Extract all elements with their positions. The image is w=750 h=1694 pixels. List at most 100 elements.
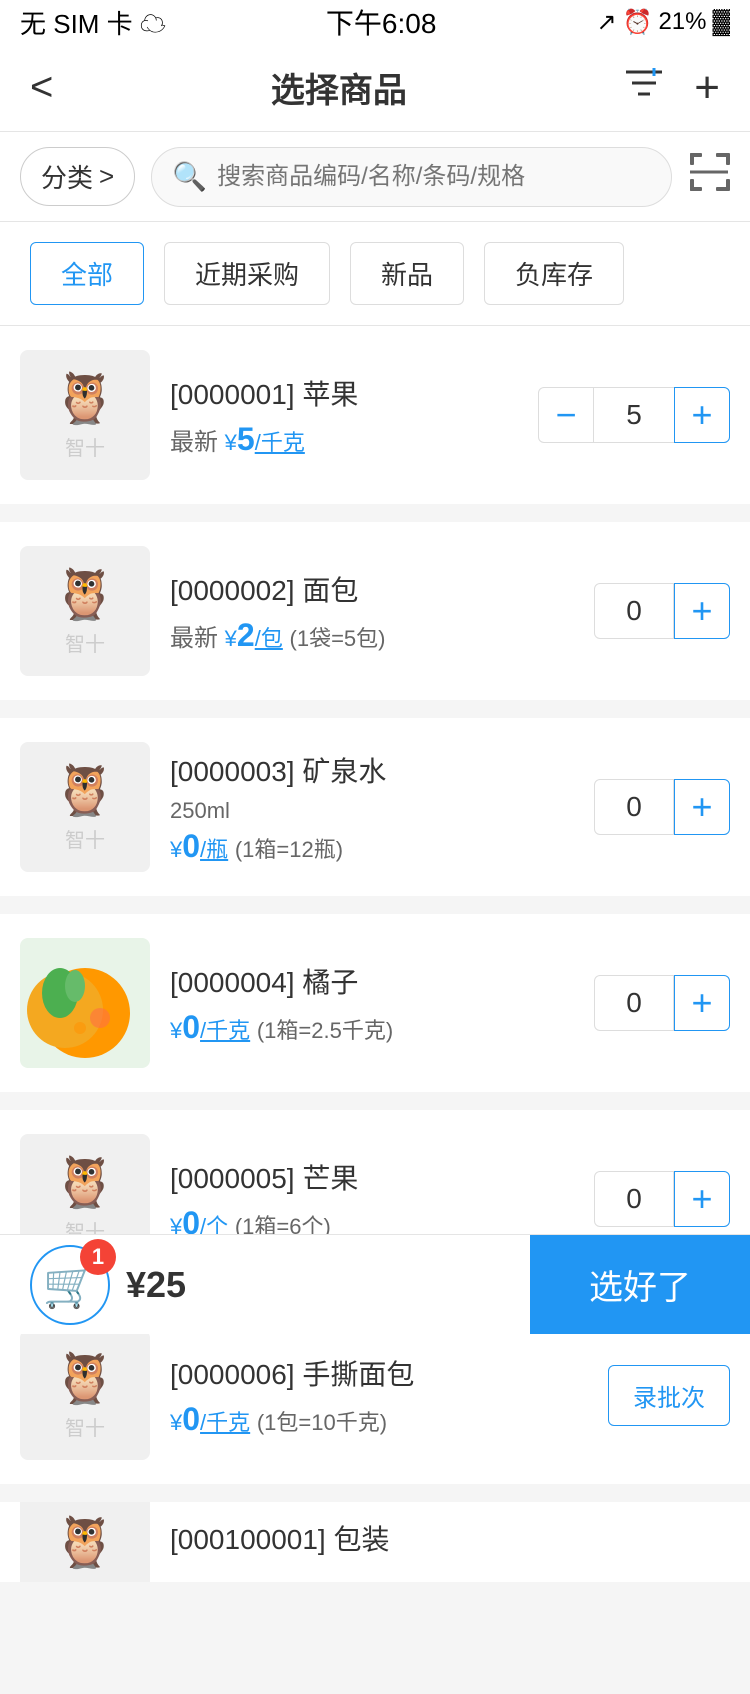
page-title: 选择商品 xyxy=(271,63,407,112)
product-info-0000004: [0000004] 橘子 ¥0/千克 (1箱=2.5千克) xyxy=(170,961,574,1046)
plus-button[interactable]: + xyxy=(674,387,730,443)
plus-button[interactable]: + xyxy=(674,975,730,1031)
qty-control-0000001: − + xyxy=(538,387,730,443)
qty-input[interactable] xyxy=(594,975,674,1031)
batch-button[interactable]: 录批次 xyxy=(608,1365,730,1426)
tab-all[interactable]: 全部 xyxy=(30,242,144,305)
back-button[interactable]: < xyxy=(30,65,53,110)
product-price: 最新 ¥2/包 (1袋=5包) xyxy=(170,617,574,654)
minus-button[interactable]: − xyxy=(538,387,594,443)
product-info-0000006: [0000006] 手撕面包 ¥0/千克 (1包=10千克) xyxy=(170,1353,588,1438)
unit: /千克 xyxy=(200,1018,250,1043)
product-name: [0000004] 橘子 xyxy=(170,961,574,1001)
tab-bar: 全部 近期采购 新品 负库存 xyxy=(0,222,750,326)
product-item-0000004: [0000004] 橘子 ¥0/千克 (1箱=2.5千克) + xyxy=(0,914,750,1092)
qty-input[interactable] xyxy=(594,387,674,443)
category-button[interactable]: 分类 > xyxy=(20,147,135,206)
product-info-0000005: [0000005] 芒果 ¥0/个 (1箱=6个) xyxy=(170,1157,574,1242)
cart-total: ¥25 xyxy=(126,1264,186,1306)
product-name: [000100001] 包装 xyxy=(170,1518,730,1558)
category-arrow: > xyxy=(99,161,114,192)
pack-info: (1箱=2.5千克) xyxy=(257,1018,393,1043)
product-name: [0000001] 苹果 xyxy=(170,373,518,413)
product-price: ¥0/千克 (1箱=2.5千克) xyxy=(170,1009,574,1046)
qty-input[interactable] xyxy=(594,583,674,639)
product-name: [0000003] 矿泉水 xyxy=(170,750,574,790)
owl-placeholder: 🦉 xyxy=(20,1502,150,1582)
bottom-bar: 🛒 1 ¥25 选好了 xyxy=(0,1234,750,1334)
amount: 0 xyxy=(182,1401,200,1437)
product-image-000100001: 🦉 xyxy=(20,1502,150,1582)
filter-bar: 分类 > 🔍 xyxy=(0,132,750,222)
product-item-0000003: 🦉 智十 [0000003] 矿泉水 250ml ¥0/瓶 (1箱=12瓶) + xyxy=(0,718,750,896)
tab-negative[interactable]: 负库存 xyxy=(484,242,624,305)
confirm-button[interactable]: 选好了 xyxy=(530,1235,750,1334)
owl-icon: 🦉 xyxy=(54,1349,116,1408)
cart-badge: 1 xyxy=(80,1239,116,1275)
search-input[interactable] xyxy=(217,163,651,191)
nav-bar: < 选择商品 + xyxy=(0,44,750,132)
tab-new[interactable]: 新品 xyxy=(350,242,464,305)
status-left: 无 SIM 卡 ☁ xyxy=(20,4,166,41)
category-label: 分类 xyxy=(41,158,93,195)
owl-placeholder: 🦉 智十 xyxy=(20,1330,150,1460)
status-bar: 无 SIM 卡 ☁ 下午6:08 ↗ ⏰ 21% ▓ xyxy=(0,0,750,44)
product-item-000100001: 🦉 [000100001] 包装 xyxy=(0,1502,750,1582)
status-time: 下午6:08 xyxy=(326,2,437,42)
qty-control-0000004: + xyxy=(594,975,730,1031)
product-name: [0000006] 手撕面包 xyxy=(170,1353,588,1393)
product-item-0000002: 🦉 智十 [0000002] 面包 最新 ¥2/包 (1袋=5包) + xyxy=(0,522,750,700)
owl-text: 智十 xyxy=(65,1412,105,1441)
pack-info: (1箱=12瓶) xyxy=(235,837,343,862)
product-image-0000003: 🦉 智十 xyxy=(20,742,150,872)
search-box: 🔍 xyxy=(151,147,672,207)
amount: 2 xyxy=(237,617,255,653)
owl-text: 智十 xyxy=(65,432,105,461)
qty-control-0000002: + xyxy=(594,583,730,639)
pack-info: (1袋=5包) xyxy=(290,626,386,651)
amount: 0 xyxy=(182,828,200,864)
scan-icon[interactable] xyxy=(688,151,730,202)
qty-input[interactable] xyxy=(594,779,674,835)
filter-icon[interactable] xyxy=(624,66,664,109)
owl-placeholder: 🦉 智十 xyxy=(20,350,150,480)
unit: /包 xyxy=(255,626,283,651)
orange-image xyxy=(20,938,150,1068)
qty-control-0000003: + xyxy=(594,779,730,835)
qty-control-0000006: 录批次 xyxy=(608,1365,730,1426)
unit: /瓶 xyxy=(200,837,228,862)
owl-icon: 🦉 xyxy=(54,761,116,820)
plus-button[interactable]: + xyxy=(674,1171,730,1227)
sim-status: 无 SIM 卡 ☁ xyxy=(20,4,166,41)
product-image-0000001: 🦉 智十 xyxy=(20,350,150,480)
location-icon: ↗ xyxy=(596,8,616,37)
owl-icon: 🦉 xyxy=(54,1513,116,1572)
owl-placeholder: 🦉 智十 xyxy=(20,742,150,872)
currency: ¥ xyxy=(170,837,182,862)
unit: /千克 xyxy=(255,430,305,455)
pack-info: (1包=10千克) xyxy=(257,1410,387,1435)
owl-placeholder: 🦉 智十 xyxy=(20,546,150,676)
cart-section: 🛒 1 ¥25 xyxy=(0,1245,530,1325)
owl-icon: 🦉 xyxy=(54,565,116,624)
product-price: ¥0/瓶 (1箱=12瓶) xyxy=(170,828,574,865)
product-info-0000001: [0000001] 苹果 最新 ¥5/千克 xyxy=(170,373,518,458)
add-button[interactable]: + xyxy=(694,63,720,113)
owl-icon: 🦉 xyxy=(54,1153,116,1212)
currency: ¥ xyxy=(170,1410,182,1435)
status-right: ↗ ⏰ 21% ▓ xyxy=(596,8,730,37)
price-label: 最新 xyxy=(170,625,225,652)
tab-recent[interactable]: 近期采购 xyxy=(164,242,330,305)
product-name: [0000005] 芒果 xyxy=(170,1157,574,1197)
plus-button[interactable]: + xyxy=(674,779,730,835)
product-info-0000003: [0000003] 矿泉水 250ml ¥0/瓶 (1箱=12瓶) xyxy=(170,750,574,865)
product-image-0000002: 🦉 智十 xyxy=(20,546,150,676)
owl-icon: 🦉 xyxy=(54,369,116,428)
plus-button[interactable]: + xyxy=(674,583,730,639)
currency: ¥ xyxy=(225,626,237,651)
cart-icon-wrap[interactable]: 🛒 1 xyxy=(30,1245,110,1325)
price-label: 最新 xyxy=(170,429,225,456)
qty-input[interactable] xyxy=(594,1171,674,1227)
product-list: 🦉 智十 [0000001] 苹果 最新 ¥5/千克 − + 🦉 智十 [ xyxy=(0,326,750,1582)
product-price: ¥0/千克 (1包=10千克) xyxy=(170,1401,588,1438)
